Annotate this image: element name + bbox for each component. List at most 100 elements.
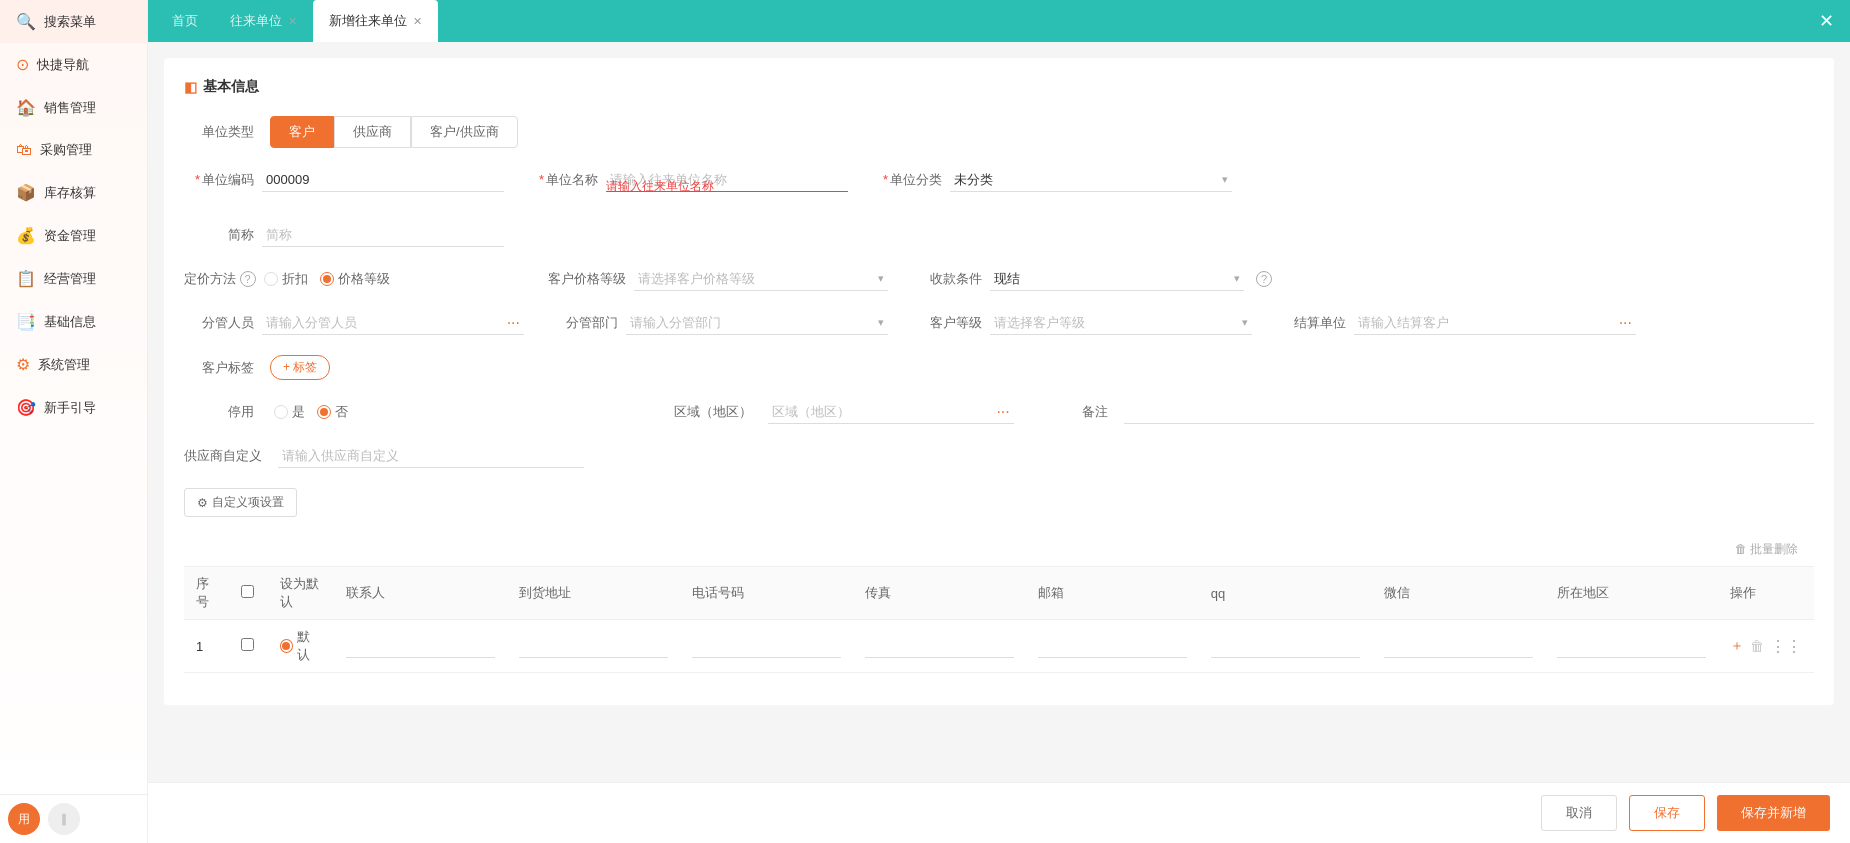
row-default-label: 默认	[297, 628, 322, 664]
customer-price-level-input[interactable]	[634, 267, 874, 290]
supervisor-more-dots[interactable]: ···	[503, 314, 524, 332]
th-seq: 序号	[184, 567, 228, 620]
unit-btn-both[interactable]: 客户/供应商	[411, 116, 518, 148]
tags-label: 客户标签	[184, 359, 254, 377]
sidebar-item-sales[interactable]: 🏠 销售管理	[0, 86, 147, 129]
sidebar-item-search[interactable]: 🔍 搜索菜单	[0, 0, 147, 43]
row-checkbox[interactable]	[241, 638, 254, 651]
tab-new-partner-close[interactable]: ✕	[413, 15, 422, 28]
discount-radio-circle	[264, 272, 278, 286]
sidebar-item-basic-info[interactable]: 📑 基础信息	[0, 300, 147, 343]
supervisor-label: 分管人员	[184, 314, 254, 332]
unit-code-input[interactable]	[262, 168, 504, 192]
customer-level-select[interactable]: ▾	[990, 311, 1252, 335]
dept-dropdown-arrow[interactable]: ▾	[874, 316, 888, 329]
card-title: ◧ 基本信息	[184, 78, 1814, 96]
dept-input[interactable]	[626, 311, 874, 334]
main-close-button[interactable]: ✕	[1811, 10, 1842, 32]
drag-row-icon[interactable]: ⋮⋮	[1770, 637, 1802, 656]
row-address-input[interactable]	[519, 634, 668, 658]
pricing-radio-discount[interactable]: 折扣	[264, 270, 308, 288]
payment-terms-dropdown-arrow[interactable]: ▾	[1230, 272, 1244, 285]
content-area: ◧ 基本信息 单位类型 客户 供应商 客户/供应商 *单位编	[148, 42, 1850, 782]
sidebar-extra-btn[interactable]: ∥	[48, 803, 80, 835]
unit-category-select[interactable]: ▾	[950, 168, 1232, 192]
tags-row: 客户标签 + 标签	[184, 355, 1814, 380]
level-radio-dot	[323, 275, 331, 283]
customer-level-dropdown-arrow[interactable]: ▾	[1238, 316, 1252, 329]
table-select-all[interactable]	[241, 585, 254, 598]
row-wechat-input[interactable]	[1384, 634, 1533, 658]
tab-partner-list[interactable]: 往来单位 ✕	[214, 0, 313, 42]
sidebar-item-inventory[interactable]: 📦 库存核算	[0, 171, 147, 214]
row-default-radio[interactable]: 默认	[280, 628, 322, 664]
unit-btn-supplier[interactable]: 供应商	[334, 116, 411, 148]
batch-delete-btn[interactable]: 🗑 批量删除	[184, 541, 1814, 566]
dept-select[interactable]: ▾	[626, 311, 888, 335]
row-area-input[interactable]	[1557, 634, 1706, 658]
delete-row-icon[interactable]: 🗑	[1750, 638, 1764, 654]
tab-new-partner-label: 新增往来单位	[329, 12, 407, 30]
region-select[interactable]: ···	[768, 400, 1014, 424]
row-email-input[interactable]	[1038, 634, 1187, 658]
row-qq-input[interactable]	[1211, 634, 1360, 658]
th-fax: 传真	[853, 567, 1026, 620]
customer-price-level-select[interactable]: ▾	[634, 267, 888, 291]
quicknav-icon: ⊙	[16, 55, 29, 74]
row-contact-input[interactable]	[346, 634, 495, 658]
disabled-yes-circle	[274, 405, 288, 419]
new-guide-icon: 🎯	[16, 398, 36, 417]
save-new-button[interactable]: 保存并新增	[1717, 795, 1830, 831]
payment-terms-help-icon[interactable]: ?	[1256, 271, 1272, 287]
payment-terms-select[interactable]: ▾	[990, 267, 1244, 291]
supervisor-select[interactable]: ···	[262, 311, 524, 335]
sidebar-item-quicknav[interactable]: ⊙ 快捷导航	[0, 43, 147, 86]
disabled-yes[interactable]: 是	[274, 403, 305, 421]
pricing-help-icon[interactable]: ?	[240, 271, 256, 287]
sidebar-item-new-guide[interactable]: 🎯 新手引导	[0, 386, 147, 429]
sidebar-avatar[interactable]: 用	[8, 803, 40, 835]
unit-type-buttons: 客户 供应商 客户/供应商	[270, 116, 518, 148]
cancel-button[interactable]: 取消	[1541, 795, 1617, 831]
settlement-more-dots[interactable]: ···	[1615, 314, 1636, 332]
unit-category-input[interactable]	[950, 168, 1218, 191]
save-button[interactable]: 保存	[1629, 795, 1705, 831]
table-row: 1 默认	[184, 620, 1814, 673]
cell-qq	[1199, 620, 1372, 673]
cell-address	[507, 620, 680, 673]
supplier-custom-label: 供应商自定义	[184, 447, 262, 465]
customer-price-level-label: 客户价格等级	[548, 270, 626, 288]
cell-fax	[853, 620, 1026, 673]
remark-input[interactable]	[1124, 400, 1814, 424]
add-row-icon[interactable]: ＋	[1730, 637, 1744, 655]
tab-new-partner[interactable]: 新增往来单位 ✕	[313, 0, 438, 42]
custom-settings-button[interactable]: ⚙ 自定义项设置	[184, 488, 297, 517]
settlement-select[interactable]: ···	[1354, 311, 1636, 335]
region-input[interactable]	[768, 400, 991, 423]
tab-partner-list-close[interactable]: ✕	[288, 15, 297, 28]
remark-label: 备注	[1038, 403, 1108, 421]
add-tag-button[interactable]: + 标签	[270, 355, 330, 380]
payment-terms-input[interactable]	[990, 267, 1230, 290]
unit-btn-customer[interactable]: 客户	[270, 116, 334, 148]
settlement-label: 结算单位	[1276, 314, 1346, 332]
row-fax-input[interactable]	[865, 634, 1014, 658]
th-address: 到货地址	[507, 567, 680, 620]
sidebar-item-finance[interactable]: 💰 资金管理	[0, 214, 147, 257]
sidebar-item-sys-mgmt[interactable]: ⚙ 系统管理	[0, 343, 147, 386]
pricing-row: 定价方法 ? 折扣 价格等级	[184, 267, 1814, 291]
pricing-radio-level[interactable]: 价格等级	[320, 270, 390, 288]
row-phone-input[interactable]	[692, 634, 841, 658]
customer-level-input[interactable]	[990, 311, 1238, 334]
tab-home[interactable]: 首页	[156, 0, 214, 42]
category-dropdown-arrow[interactable]: ▾	[1218, 173, 1232, 186]
region-more-dots[interactable]: ···	[992, 403, 1013, 421]
customer-price-dropdown-arrow[interactable]: ▾	[874, 272, 888, 285]
supplier-custom-input[interactable]	[278, 444, 584, 468]
sidebar-item-operations[interactable]: 📋 经营管理	[0, 257, 147, 300]
short-name-input[interactable]	[262, 223, 504, 247]
disabled-no[interactable]: 否	[317, 403, 348, 421]
sidebar-item-purchase[interactable]: 🛍 采购管理	[0, 129, 147, 171]
settlement-input[interactable]	[1354, 311, 1613, 334]
supervisor-input[interactable]	[262, 311, 501, 334]
